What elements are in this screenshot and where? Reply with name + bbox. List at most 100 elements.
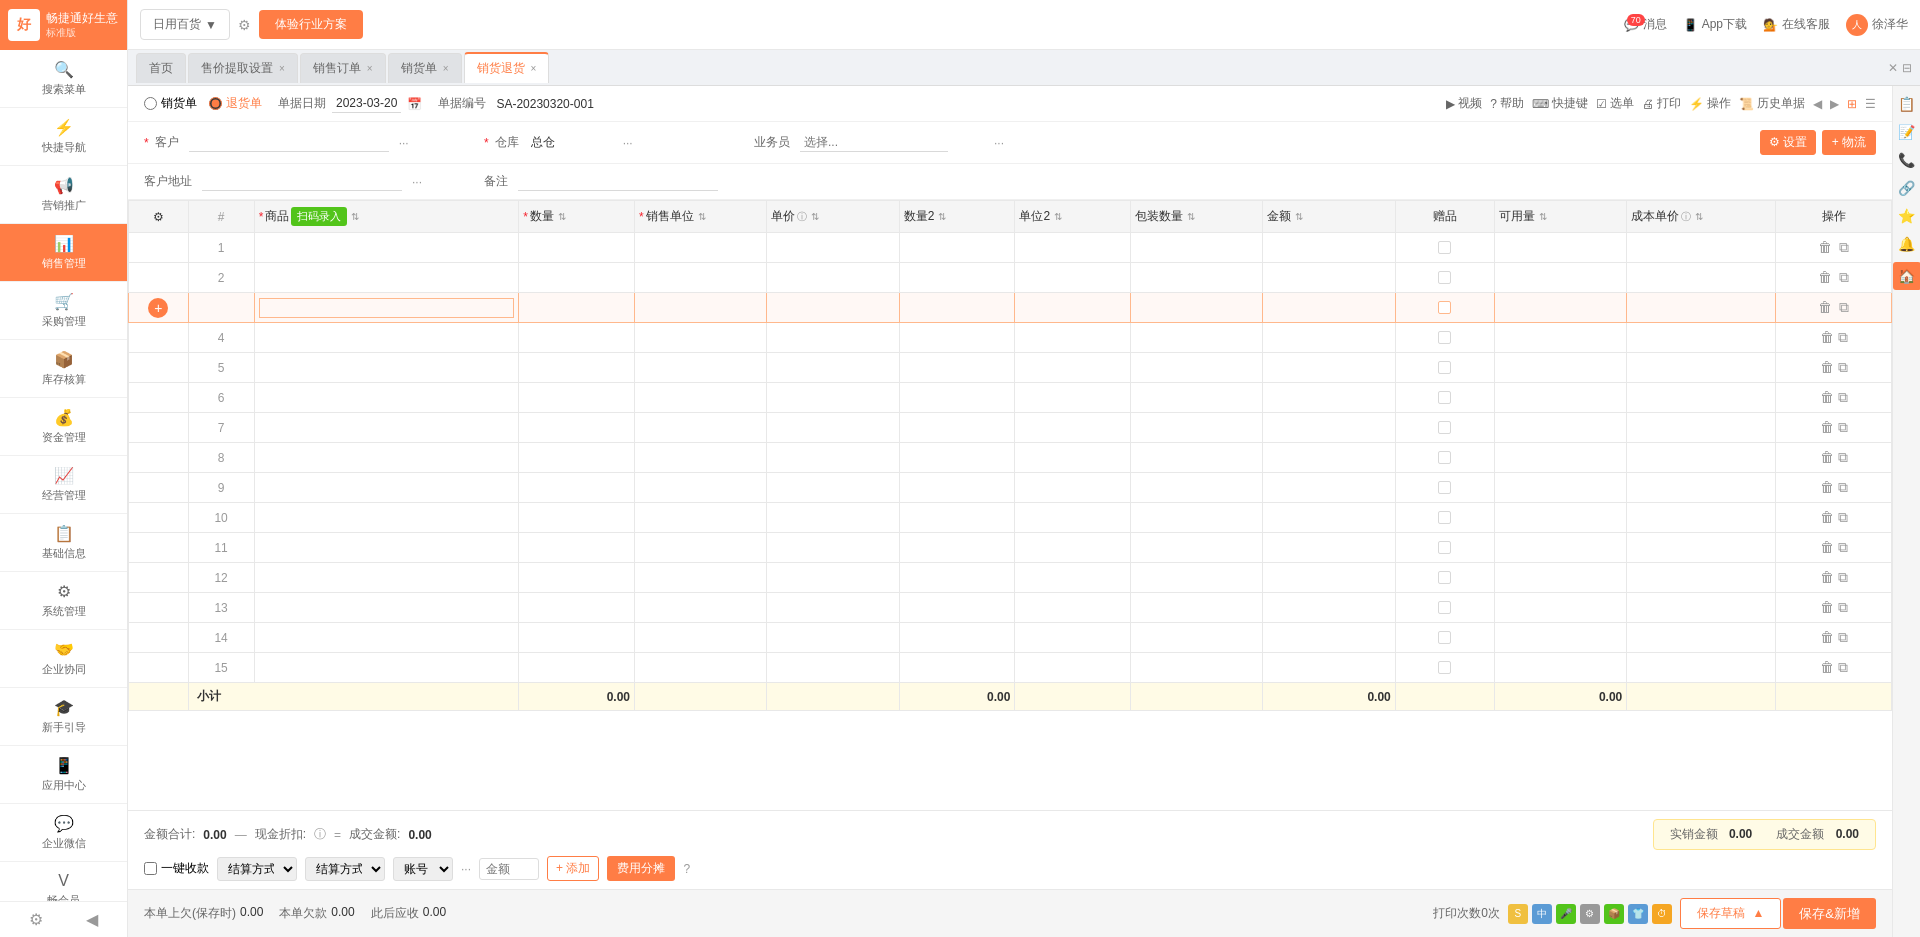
app-download-item[interactable]: 📱 App下载 [1683, 16, 1747, 33]
radio-sale-input[interactable] [144, 97, 157, 110]
scan-button[interactable]: 扫码录入 [291, 207, 347, 226]
tab-layout-icon[interactable]: ⊟ [1902, 61, 1912, 75]
sidebar-item-search[interactable]: 🔍 搜索菜单 [0, 50, 127, 108]
right-panel-icon-1[interactable]: 📋 [1897, 94, 1917, 114]
radio-return[interactable]: 退货单 [209, 95, 262, 112]
right-panel-icon-2[interactable]: 📝 [1897, 122, 1917, 142]
row2-gift[interactable] [1395, 263, 1494, 293]
row3-gift[interactable] [1395, 293, 1494, 323]
online-service-item[interactable]: 💁 在线客服 [1763, 16, 1830, 33]
row2-pack[interactable] [1131, 263, 1263, 293]
logistics-button[interactable]: + 物流 [1822, 130, 1876, 155]
tab-home[interactable]: 首页 [136, 53, 186, 83]
row3-unit[interactable] [635, 293, 767, 323]
icon-zh[interactable]: 中 [1532, 904, 1552, 924]
sidebar-item-system[interactable]: ⚙ 系统管理 [0, 572, 127, 630]
row2-amount[interactable] [1263, 263, 1395, 293]
row1-delete-btn[interactable]: 🗑 [1816, 237, 1834, 257]
row1-unit2[interactable] [1015, 233, 1131, 263]
calculation-select[interactable]: 结算方式 [305, 857, 385, 881]
row2-unit[interactable] [635, 263, 767, 293]
save-draft-chevron[interactable]: ▲ [1752, 906, 1764, 920]
row3-qty[interactable] [519, 293, 635, 323]
price-info-icon[interactable]: ⓘ [797, 210, 807, 224]
icon-mic[interactable]: 🎤 [1556, 904, 1576, 924]
radio-return-input[interactable] [209, 97, 222, 110]
row2-avail[interactable] [1494, 263, 1626, 293]
tab-sale-return[interactable]: 销货退货 × [464, 52, 550, 83]
right-panel-icon-7[interactable]: 🏠 [1893, 262, 1921, 290]
row2-qty2[interactable] [899, 263, 1015, 293]
message-item[interactable]: 💬 70 消息 [1624, 16, 1667, 33]
shortcut-tool[interactable]: ⌨ 快捷键 [1532, 95, 1588, 112]
sidebar-item-apps[interactable]: 📱 应用中心 [0, 746, 127, 804]
sidebar-item-member[interactable]: V 畅会员 [0, 862, 127, 901]
row2-unit2[interactable] [1015, 263, 1131, 293]
radio-sale[interactable]: 销货单 [144, 95, 197, 112]
row3-avail[interactable] [1494, 293, 1626, 323]
row3-cost[interactable] [1627, 293, 1776, 323]
warehouse-select-icon[interactable]: ··· [623, 136, 633, 150]
nav-prev-icon[interactable]: ◀ [1813, 97, 1822, 111]
user-item[interactable]: 人 徐泽华 [1846, 14, 1908, 36]
account-select[interactable]: 账号 [393, 857, 453, 881]
qty2-sort-icon[interactable]: ⇅ [938, 211, 946, 222]
operate-tool[interactable]: ⚡ 操作 [1689, 95, 1731, 112]
avail-sort-icon[interactable]: ⇅ [1539, 211, 1547, 222]
collapse-icon[interactable]: ◀ [86, 910, 98, 929]
tab-sale-out-close[interactable]: × [443, 63, 449, 74]
unit2-sort-icon[interactable]: ⇅ [1054, 211, 1062, 222]
tab-close-all-icon[interactable]: ✕ [1888, 61, 1898, 75]
help-tool[interactable]: ? 帮助 [1490, 95, 1524, 112]
sidebar-item-basic[interactable]: 📋 基础信息 [0, 514, 127, 572]
right-panel-icon-4[interactable]: 🔗 [1897, 178, 1917, 198]
row1-price[interactable] [767, 233, 899, 263]
salesman-input[interactable] [800, 133, 948, 152]
sidebar-item-purchase[interactable]: 🛒 采购管理 [0, 282, 127, 340]
salesman-select-icon[interactable]: ··· [994, 136, 1004, 150]
row2-delete-btn[interactable]: 🗑 [1816, 267, 1834, 287]
address-select-icon[interactable]: ··· [412, 175, 422, 189]
row3-unit2[interactable] [1015, 293, 1131, 323]
row1-unit[interactable] [635, 233, 767, 263]
gear-th-icon[interactable]: ⚙ [153, 210, 164, 224]
daily-goods-selector[interactable]: 日用百货 ▼ [140, 9, 230, 40]
row3-product-input[interactable] [259, 298, 515, 318]
unit-sort-icon[interactable]: ⇅ [698, 211, 706, 222]
icon-box[interactable]: 📦 [1604, 904, 1624, 924]
row3-price[interactable] [767, 293, 899, 323]
row1-qty2[interactable] [899, 233, 1015, 263]
row2-product[interactable] [254, 263, 519, 293]
row1-pack[interactable] [1131, 233, 1263, 263]
sidebar-item-finance[interactable]: 💰 资金管理 [0, 398, 127, 456]
row1-avail[interactable] [1494, 233, 1626, 263]
th-gear[interactable]: ⚙ [129, 201, 189, 233]
sidebar-item-inventory[interactable]: 📦 库存核算 [0, 340, 127, 398]
qty-sort-icon[interactable]: ⇅ [558, 211, 566, 222]
add-row-button[interactable]: + [148, 298, 168, 318]
row2-qty[interactable] [519, 263, 635, 293]
sidebar-item-sales[interactable]: 📊 销售管理 [0, 224, 127, 282]
row2-price[interactable] [767, 263, 899, 293]
save-draft-button[interactable]: 保存草稿 ▲ [1680, 898, 1782, 929]
history-tool[interactable]: 📜 历史单据 [1739, 95, 1805, 112]
tab-sale-price[interactable]: 售价提取设置 × [188, 53, 298, 83]
customer-select-icon[interactable]: ··· [399, 136, 409, 150]
right-panel-icon-3[interactable]: 📞 [1897, 150, 1917, 170]
row1-gift[interactable] [1395, 233, 1494, 263]
sidebar-item-operation[interactable]: 📈 经营管理 [0, 456, 127, 514]
sidebar-item-marketing[interactable]: 📢 营销推广 [0, 166, 127, 224]
fee-help-icon[interactable]: ? [683, 862, 690, 876]
save-new-button[interactable]: 保存&新增 [1783, 898, 1876, 929]
settings-bottom-icon[interactable]: ⚙ [29, 910, 43, 929]
amount-sort-icon[interactable]: ⇅ [1295, 211, 1303, 222]
cost-info-icon[interactable]: ⓘ [1681, 210, 1691, 224]
sidebar-item-shortcut[interactable]: ⚡ 快捷导航 [0, 108, 127, 166]
print-tool[interactable]: 🖨 打印 [1642, 95, 1681, 112]
settlement-select[interactable]: 结算方式 [217, 857, 297, 881]
row3-copy-btn[interactable]: ⧉ [1837, 297, 1851, 318]
row1-product[interactable] [254, 233, 519, 263]
right-panel-icon-5[interactable]: ⭐ [1897, 206, 1917, 226]
fee-split-button[interactable]: 费用分摊 [607, 856, 675, 881]
remarks-input[interactable] [518, 172, 718, 191]
